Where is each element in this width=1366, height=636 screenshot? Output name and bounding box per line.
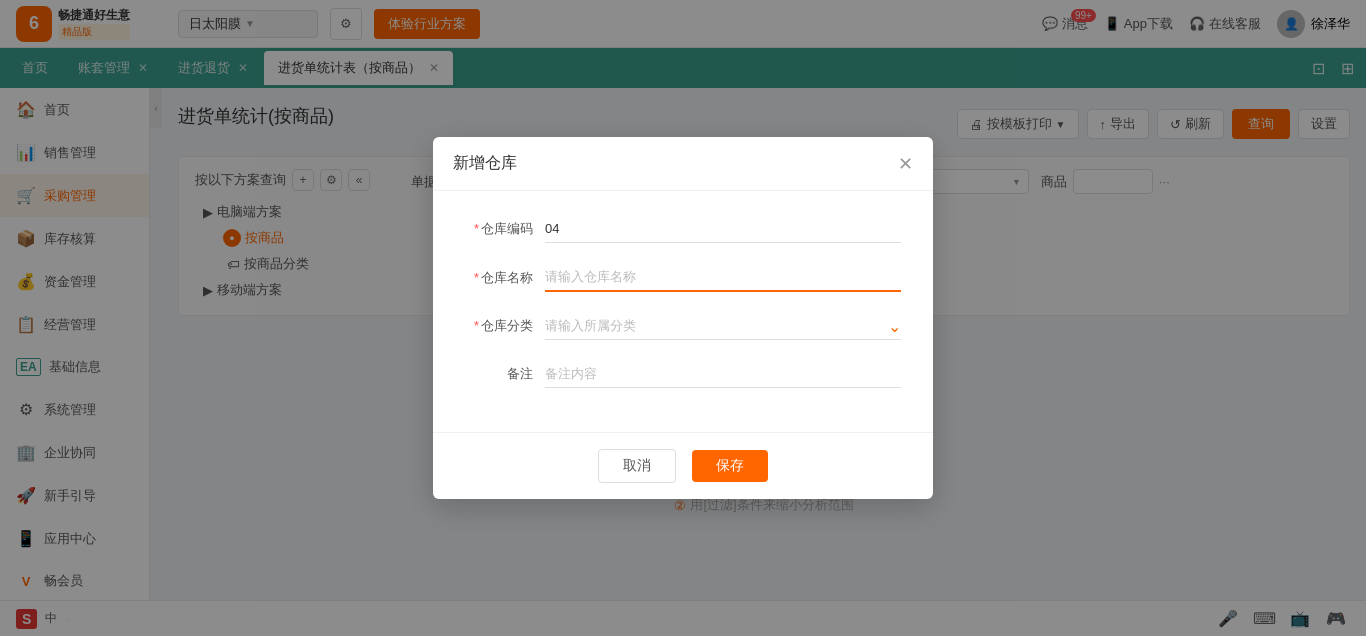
form-item-code: *仓库编码 (465, 215, 901, 243)
modal-header: 新增仓库 ✕ (433, 137, 933, 191)
required-mark-category: * (474, 318, 479, 333)
modal-footer: 取消 保存 (433, 432, 933, 499)
modal-title: 新增仓库 (453, 153, 517, 174)
category-label: *仓库分类 (465, 317, 545, 335)
save-button[interactable]: 保存 (692, 450, 768, 482)
modal-overlay: 新增仓库 ✕ *仓库编码 *仓库名称 *仓库分类 (0, 0, 1366, 636)
cancel-button[interactable]: 取消 (598, 449, 676, 483)
required-mark-code: * (474, 221, 479, 236)
remark-label: 备注 (465, 365, 545, 383)
code-label: *仓库编码 (465, 220, 545, 238)
form-item-name: *仓库名称 (465, 263, 901, 292)
warehouse-category-select[interactable]: 请输入所属分类 (545, 312, 901, 340)
modal-close-icon[interactable]: ✕ (898, 155, 913, 173)
category-select-wrap: 请输入所属分类 ⌄ (545, 312, 901, 340)
warehouse-remark-input[interactable] (545, 360, 901, 388)
warehouse-code-input[interactable] (545, 215, 901, 243)
form-item-category: *仓库分类 请输入所属分类 ⌄ (465, 312, 901, 340)
required-mark-name: * (474, 270, 479, 285)
modal-add-warehouse: 新增仓库 ✕ *仓库编码 *仓库名称 *仓库分类 (433, 137, 933, 499)
modal-body: *仓库编码 *仓库名称 *仓库分类 请输入所属分类 (433, 191, 933, 432)
warehouse-name-input[interactable] (545, 263, 901, 292)
name-label: *仓库名称 (465, 269, 545, 287)
form-item-remark: 备注 (465, 360, 901, 388)
